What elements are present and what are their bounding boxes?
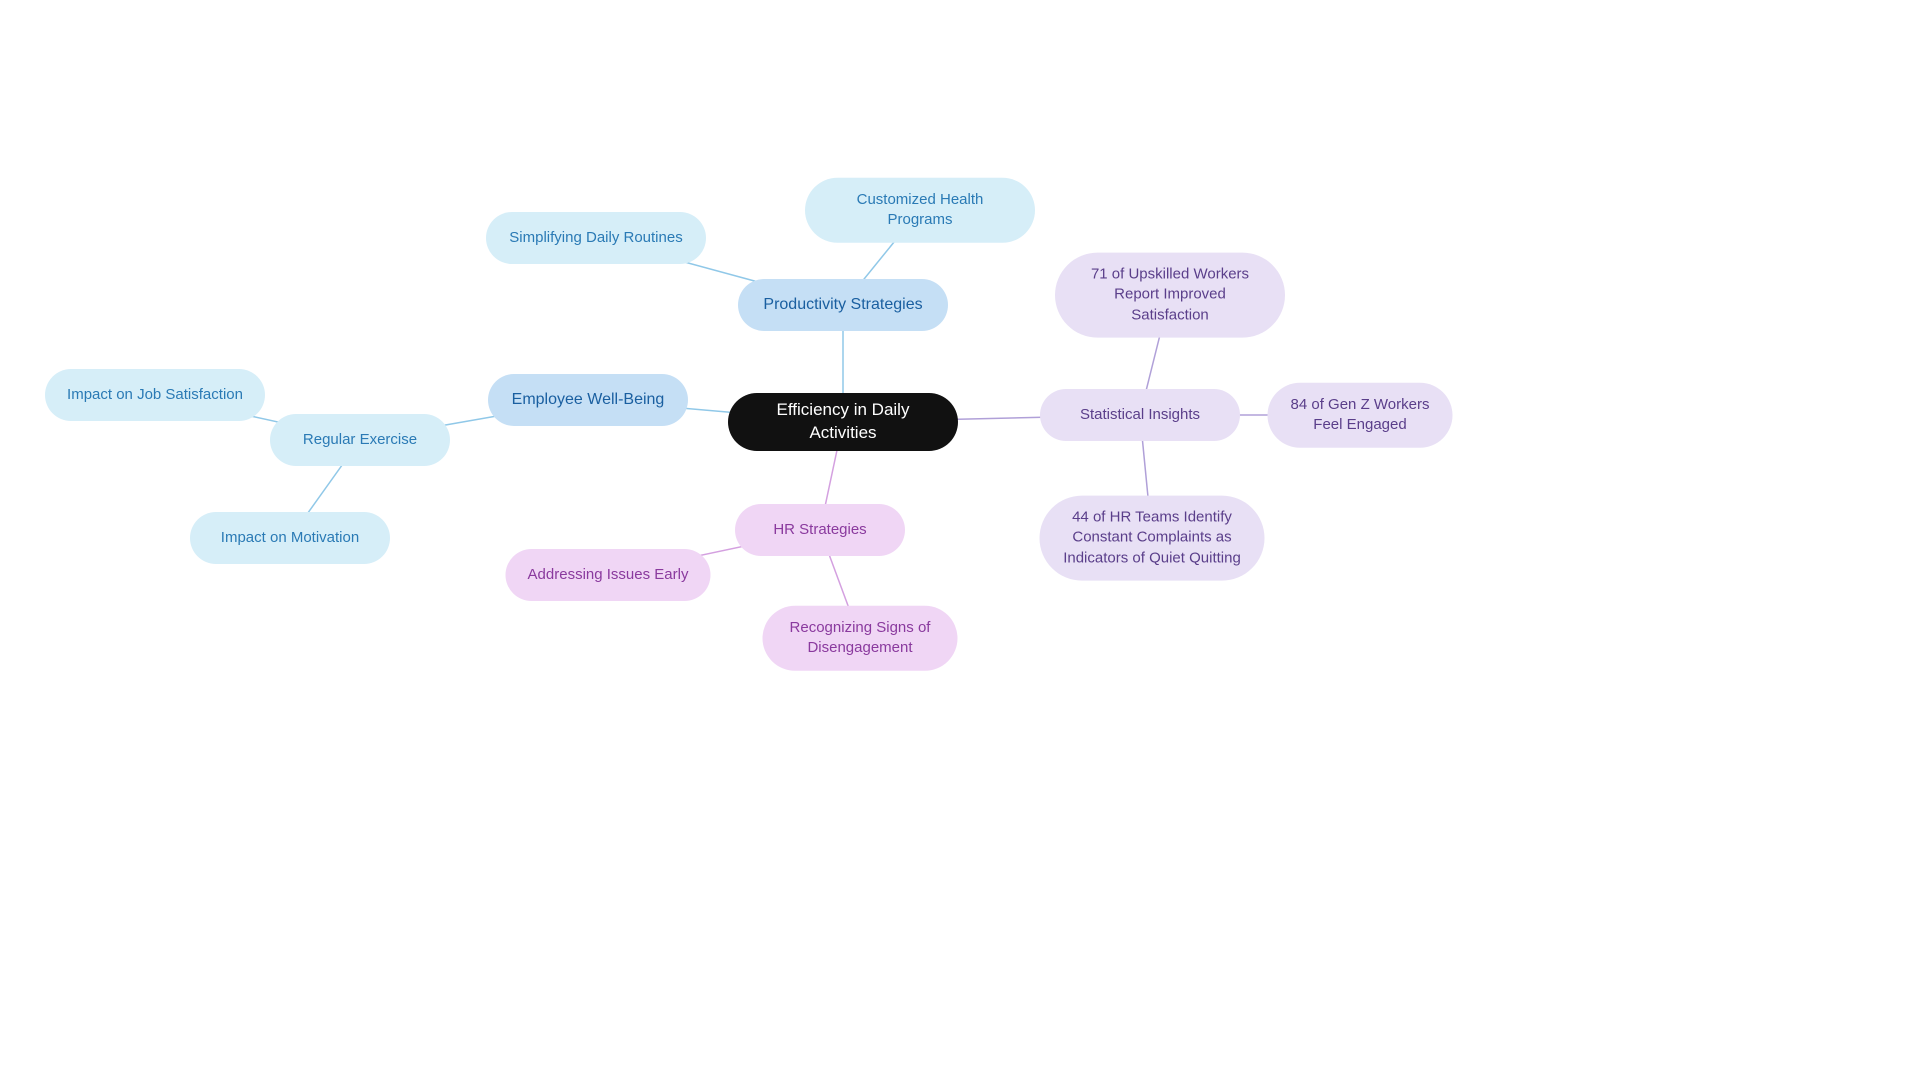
statistical-insights-node[interactable]: Statistical Insights — [1040, 389, 1240, 441]
simplifying-daily-routines-node[interactable]: Simplifying Daily Routines — [486, 212, 706, 264]
regular-exercise-label: Regular Exercise — [303, 430, 417, 450]
productivity-strategies-label: Productivity Strategies — [763, 294, 922, 316]
productivity-strategies-node[interactable]: Productivity Strategies — [738, 279, 948, 331]
44-hr-teams-node[interactable]: 44 of HR Teams Identify Constant Complai… — [1040, 496, 1265, 581]
impact-on-motivation-node[interactable]: Impact on Motivation — [190, 512, 390, 564]
regular-exercise-node[interactable]: Regular Exercise — [270, 414, 450, 466]
84-gen-z-node[interactable]: 84 of Gen Z Workers Feel Engaged — [1268, 383, 1453, 448]
addressing-issues-early-node[interactable]: Addressing Issues Early — [506, 549, 711, 601]
impact-on-job-satisfaction-node[interactable]: Impact on Job Satisfaction — [45, 369, 265, 421]
impact-on-job-satisfaction-label: Impact on Job Satisfaction — [67, 385, 243, 405]
customized-health-programs-node[interactable]: Customized Health Programs — [805, 178, 1035, 243]
customized-health-programs-label: Customized Health Programs — [827, 190, 1013, 231]
hr-strategies-label: HR Strategies — [773, 520, 866, 540]
employee-well-being-node[interactable]: Employee Well-Being — [488, 374, 688, 426]
recognizing-signs-of-disengagement-label: Recognizing Signs of Disengagement — [785, 618, 936, 659]
simplifying-daily-routines-label: Simplifying Daily Routines — [509, 228, 682, 248]
71-upskilled-label: 71 of Upskilled Workers Report Improved … — [1077, 265, 1263, 326]
71-upskilled-node[interactable]: 71 of Upskilled Workers Report Improved … — [1055, 253, 1285, 338]
statistical-insights-label: Statistical Insights — [1080, 405, 1200, 425]
84-gen-z-label: 84 of Gen Z Workers Feel Engaged — [1290, 395, 1431, 436]
recognizing-signs-of-disengagement-node[interactable]: Recognizing Signs of Disengagement — [763, 606, 958, 671]
employee-well-being-label: Employee Well-Being — [512, 389, 665, 411]
hr-strategies-node[interactable]: HR Strategies — [735, 504, 905, 556]
addressing-issues-early-label: Addressing Issues Early — [528, 565, 689, 585]
44-hr-teams-label: 44 of HR Teams Identify Constant Complai… — [1062, 508, 1243, 569]
impact-on-motivation-label: Impact on Motivation — [221, 528, 359, 548]
center-label: Efficiency in Daily Activities — [750, 399, 936, 445]
center-node[interactable]: Efficiency in Daily Activities — [728, 393, 958, 451]
